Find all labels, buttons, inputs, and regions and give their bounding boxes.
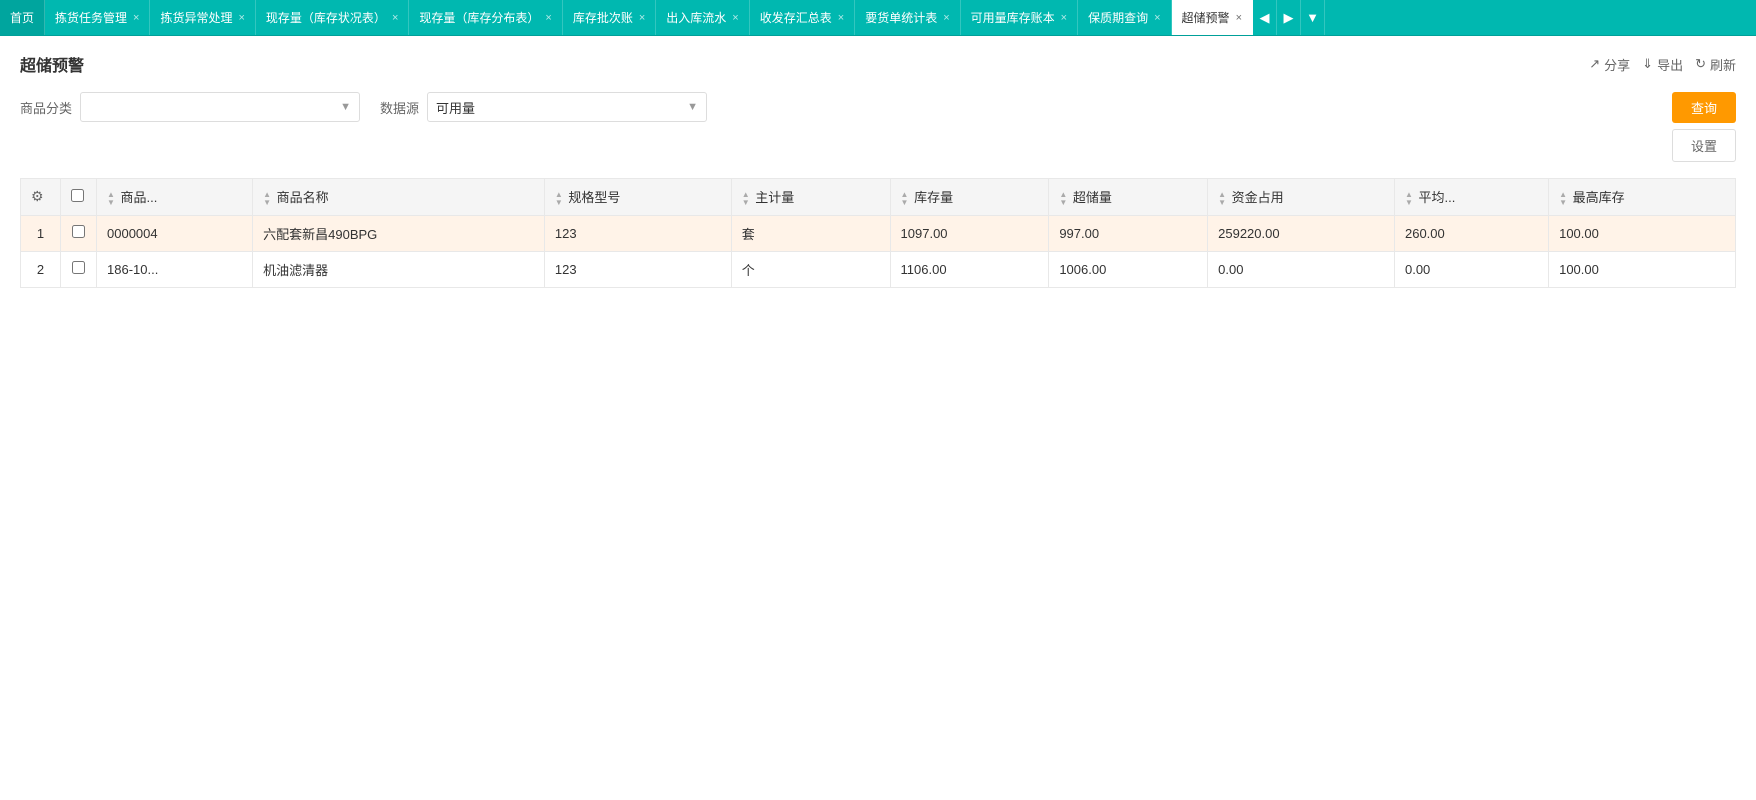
close-icon[interactable]: ×	[545, 12, 551, 24]
sort-icon: ▲▼	[1059, 191, 1067, 207]
page-title: 超储预警	[20, 52, 84, 76]
col-capital[interactable]: ▲▼ 资金占用	[1208, 179, 1395, 216]
nav-tab-shelf-life[interactable]: 保质期查询 ×	[1078, 0, 1171, 36]
nav-tab-avail-stock[interactable]: 可用量库存账本 ×	[961, 0, 1078, 36]
share-icon: ↗	[1589, 56, 1600, 72]
over-stock: 1006.00	[1049, 251, 1208, 287]
close-icon[interactable]: ×	[133, 12, 139, 24]
col-overstock[interactable]: ▲▼ 超储量	[1049, 179, 1208, 216]
col-gear: ⚙	[21, 179, 61, 216]
max-stock: 100.00	[1549, 215, 1736, 251]
select-all-checkbox[interactable]	[71, 189, 84, 202]
sort-icon: ▲▼	[1218, 191, 1226, 207]
product-name: 六配套新昌490BPG	[253, 215, 545, 251]
spec: 123	[544, 251, 731, 287]
refresh-button[interactable]: ↻ 刷新	[1695, 55, 1736, 74]
col-stock[interactable]: ▲▼ 库存量	[890, 179, 1049, 216]
top-nav: 首页 拣货任务管理 × 拣货异常处理 × 现存量（库存状况表） × 现存量（库存…	[0, 0, 1756, 36]
row-number: 1	[21, 215, 61, 251]
close-icon[interactable]: ×	[238, 12, 244, 24]
page-header: 超储预警 ↗ 分享 ⇓ 导出 ↻ 刷新	[20, 52, 1736, 76]
stock: 1106.00	[890, 251, 1049, 287]
nav-tab-order-stat[interactable]: 要货单统计表 ×	[855, 0, 960, 36]
filter-buttons: 查询 设置	[1672, 92, 1736, 162]
spec: 123	[544, 215, 731, 251]
close-icon[interactable]: ×	[639, 12, 645, 24]
capital: 259220.00	[1208, 215, 1395, 251]
nav-tab-abnormal[interactable]: 拣货异常处理 ×	[150, 0, 255, 36]
row-checkbox-cell	[61, 251, 97, 287]
nav-tab-stock-dist[interactable]: 现存量（库存分布表） ×	[409, 0, 562, 36]
nav-tab-inout[interactable]: 出入库流水 ×	[656, 0, 749, 36]
header-actions: ↗ 分享 ⇓ 导出 ↻ 刷新	[1589, 55, 1736, 74]
refresh-icon: ↻	[1695, 56, 1706, 72]
col-avg[interactable]: ▲▼ 平均...	[1394, 179, 1548, 216]
close-icon[interactable]: ×	[392, 12, 398, 24]
unit: 套	[731, 215, 890, 251]
datasource-label: 数据源	[380, 98, 419, 117]
export-button[interactable]: ⇓ 导出	[1642, 55, 1683, 74]
close-icon[interactable]: ×	[838, 12, 844, 24]
col-max-stock[interactable]: ▲▼ 最高库存	[1549, 179, 1736, 216]
close-icon[interactable]: ×	[1154, 12, 1160, 24]
product-code: 186-10...	[97, 251, 253, 287]
col-product-name[interactable]: ▲▼ 商品名称	[253, 179, 545, 216]
data-table: ⚙ ▲▼ 商品... ▲▼ 商品名称 ▲▼ 规格型号 ▲▼	[20, 178, 1736, 288]
close-icon[interactable]: ×	[1061, 12, 1067, 24]
chevron-down-icon: ▼	[340, 101, 351, 113]
nav-next-arrow[interactable]: ▶	[1277, 0, 1301, 36]
chevron-down-icon: ▼	[687, 101, 698, 113]
table-row: 1 0000004 六配套新昌490BPG 123 套 1097.00 997.…	[21, 215, 1736, 251]
datasource-select[interactable]: 可用量 ▼	[427, 92, 707, 122]
avg: 0.00	[1394, 251, 1548, 287]
sort-icon: ▲▼	[1405, 191, 1413, 207]
row-checkbox[interactable]	[72, 225, 85, 238]
product-name: 机油滤清器	[253, 251, 545, 287]
row-checkbox-cell	[61, 215, 97, 251]
capital: 0.00	[1208, 251, 1395, 287]
page-content: 超储预警 ↗ 分享 ⇓ 导出 ↻ 刷新 商品分类	[0, 36, 1756, 800]
col-spec[interactable]: ▲▼ 规格型号	[544, 179, 731, 216]
row-checkbox[interactable]	[72, 261, 85, 274]
category-label: 商品分类	[20, 98, 72, 117]
sort-icon: ▲▼	[555, 191, 563, 207]
col-checkbox	[61, 179, 97, 216]
nav-prev-arrow[interactable]: ◀	[1253, 0, 1277, 36]
category-select[interactable]: ▼	[80, 92, 360, 122]
nav-tab-batch[interactable]: 库存批次账 ×	[563, 0, 656, 36]
unit: 个	[731, 251, 890, 287]
nav-tab-home[interactable]: 首页	[0, 0, 45, 36]
over-stock: 997.00	[1049, 215, 1208, 251]
col-product-code[interactable]: ▲▼ 商品...	[97, 179, 253, 216]
export-icon: ⇓	[1642, 56, 1653, 72]
settings-button[interactable]: 设置	[1672, 129, 1736, 162]
row-number: 2	[21, 251, 61, 287]
gear-icon[interactable]: ⚙	[31, 188, 44, 204]
sort-icon: ▲▼	[901, 191, 909, 207]
nav-more-arrow[interactable]: ▼	[1301, 0, 1325, 36]
nav-tab-overstock[interactable]: 超储预警 ×	[1172, 0, 1253, 36]
product-code: 0000004	[97, 215, 253, 251]
nav-tab-summary[interactable]: 收发存汇总表 ×	[750, 0, 855, 36]
sort-icon: ▲▼	[263, 191, 271, 207]
avg: 260.00	[1394, 215, 1548, 251]
close-icon[interactable]: ×	[943, 12, 949, 24]
table-row: 2 186-10... 机油滤清器 123 个 1106.00 1006.00 …	[21, 251, 1736, 287]
sort-icon: ▲▼	[107, 191, 115, 207]
filter-group-category: 商品分类 ▼	[20, 92, 360, 122]
col-unit[interactable]: ▲▼ 主计量	[731, 179, 890, 216]
close-icon[interactable]: ×	[1236, 12, 1242, 24]
filter-group-datasource: 数据源 可用量 ▼	[380, 92, 707, 122]
max-stock: 100.00	[1549, 251, 1736, 287]
query-button[interactable]: 查询	[1672, 92, 1736, 123]
sort-icon: ▲▼	[1559, 191, 1567, 207]
nav-tab-stock-status[interactable]: 现存量（库存状况表） ×	[256, 0, 409, 36]
filter-row: 商品分类 ▼ 数据源 可用量 ▼	[20, 92, 1652, 122]
stock: 1097.00	[890, 215, 1049, 251]
nav-tab-task[interactable]: 拣货任务管理 ×	[45, 0, 150, 36]
table-header-row: ⚙ ▲▼ 商品... ▲▼ 商品名称 ▲▼ 规格型号 ▲▼	[21, 179, 1736, 216]
close-icon[interactable]: ×	[732, 12, 738, 24]
share-button[interactable]: ↗ 分享	[1589, 55, 1630, 74]
sort-icon: ▲▼	[742, 191, 750, 207]
